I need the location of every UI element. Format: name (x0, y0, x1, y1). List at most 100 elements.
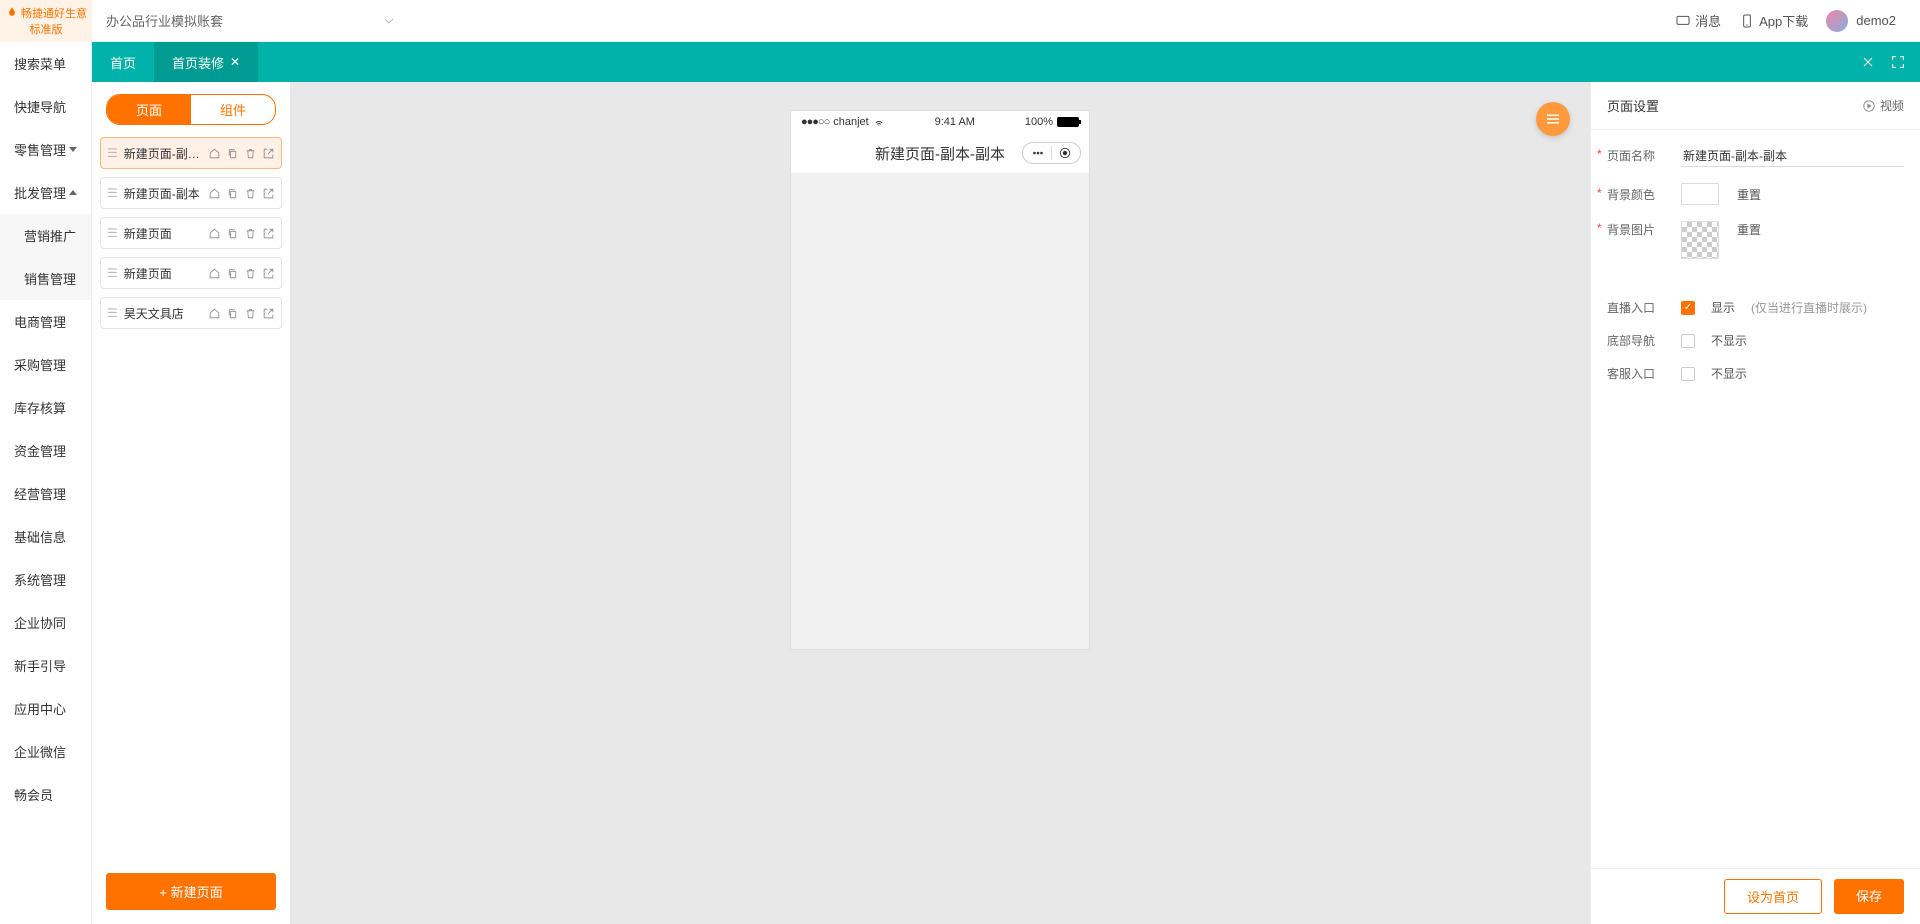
messages-label: 消息 (1695, 11, 1721, 30)
properties-panel: 页面设置 视频 页面名称 背景颜色 重置 (1590, 82, 1920, 924)
live-entry-hint: (仅当进行直播时展示) (1751, 299, 1867, 316)
page-list-row[interactable]: ☰ 新建页面 (100, 257, 282, 289)
video-help-link[interactable]: 视频 (1862, 97, 1904, 114)
page-list-name: 昊天文具店 (124, 305, 202, 322)
page-list-row[interactable]: ☰ 新建页面 (100, 217, 282, 249)
page-list-name: 新建页面-副本 (124, 185, 202, 202)
phone-body[interactable] (791, 173, 1089, 649)
home-icon[interactable] (208, 187, 221, 200)
delete-icon[interactable] (244, 307, 257, 320)
share-icon[interactable] (262, 187, 275, 200)
page-list-row[interactable]: ☰ 新建页面-副本 (100, 177, 282, 209)
phone-time: 9:41 AM (935, 116, 975, 128)
delete-icon[interactable] (244, 147, 257, 160)
caret-down-icon (69, 147, 77, 152)
copy-icon[interactable] (226, 227, 239, 240)
cs-entry-checkbox[interactable] (1681, 367, 1695, 381)
bottom-nav-checkbox[interactable] (1681, 334, 1695, 348)
drag-icon[interactable]: ☰ (107, 186, 118, 200)
sidebar-item-inventory[interactable]: 库存核算 (0, 386, 91, 429)
sidebar-item-guide[interactable]: 新手引导 (0, 644, 91, 687)
sidebar-item-purchase[interactable]: 采购管理 (0, 343, 91, 386)
page-list-row[interactable]: ☰ 昊天文具店 (100, 297, 282, 329)
sidebar-item-retail[interactable]: 零售管理 (0, 128, 91, 171)
home-icon[interactable] (208, 227, 221, 240)
copy-icon[interactable] (226, 307, 239, 320)
username: demo2 (1856, 13, 1896, 28)
live-entry-checkbox[interactable] (1681, 301, 1695, 315)
sidebar-item-wechat[interactable]: 企业微信 (0, 730, 91, 773)
copy-icon[interactable] (226, 147, 239, 160)
sidebar-item-sales[interactable]: 销售管理 (0, 257, 91, 300)
bottom-nav-text: 不显示 (1711, 332, 1747, 349)
close-icon[interactable]: ✕ (230, 55, 240, 69)
bg-image-reset[interactable]: 重置 (1737, 221, 1761, 238)
page-list-name: 新建页面 (124, 225, 202, 242)
segment-component[interactable]: 组件 (191, 95, 275, 124)
messages-link[interactable]: 消息 (1675, 11, 1721, 30)
phone-preview: ●●●○○ chanjet 9:41 AM 100% 新建页面-副本-副本 (790, 110, 1090, 650)
miniprogram-capsule[interactable] (1022, 142, 1081, 164)
tab-home[interactable]: 首页 (92, 42, 154, 82)
sidebar-item-quicknav[interactable]: 快捷导航 (0, 85, 91, 128)
home-icon[interactable] (208, 307, 221, 320)
copy-icon[interactable] (226, 187, 239, 200)
brand-edition: 标准版 (30, 21, 63, 37)
sidebar-item-business[interactable]: 经营管理 (0, 472, 91, 515)
cs-entry-label: 客服入口 (1607, 365, 1671, 382)
copy-icon[interactable] (226, 267, 239, 280)
drag-icon[interactable]: ☰ (107, 146, 118, 160)
close-all-icon[interactable] (1860, 54, 1876, 70)
user-menu[interactable]: demo2 (1826, 10, 1896, 32)
new-page-button[interactable]: + 新建页面 (106, 873, 276, 910)
save-button[interactable]: 保存 (1834, 879, 1904, 914)
sidebar-item-member[interactable]: 畅会员 (0, 773, 91, 816)
sidebar-item-marketing[interactable]: 营销推广 (0, 214, 91, 257)
sidebar-item-appcenter[interactable]: 应用中心 (0, 687, 91, 730)
play-icon (1862, 99, 1876, 113)
page-list-name: 新建页面 (124, 265, 202, 282)
bg-color-swatch[interactable] (1681, 183, 1719, 205)
sidebar-item-wholesale[interactable]: 批发管理 (0, 171, 91, 214)
page-list-row[interactable]: ☰新建页面-副本-... (100, 137, 282, 169)
sidebar-item-search[interactable]: 搜索菜单 (0, 42, 91, 85)
sidebar-item-system[interactable]: 系统管理 (0, 558, 91, 601)
home-icon[interactable] (208, 267, 221, 280)
delete-icon[interactable] (244, 227, 257, 240)
sidebar-item-ecommerce[interactable]: 电商管理 (0, 300, 91, 343)
drag-icon[interactable]: ☰ (107, 226, 118, 240)
share-icon[interactable] (262, 267, 275, 280)
sidebar-item-funds[interactable]: 资金管理 (0, 429, 91, 472)
sidebar-item-basic[interactable]: 基础信息 (0, 515, 91, 558)
delete-icon[interactable] (244, 267, 257, 280)
flame-icon (5, 6, 19, 20)
bg-image-picker[interactable] (1681, 221, 1719, 259)
chat-icon (1675, 13, 1691, 29)
main-sidebar: 搜索菜单 快捷导航 零售管理 批发管理 营销推广 销售管理 电商管理 采购管理 … (0, 42, 92, 924)
account-set-selector[interactable]: 办公品行业模拟账套 (106, 11, 395, 30)
sidebar-item-collab[interactable]: 企业协同 (0, 601, 91, 644)
canvas: ●●●○○ chanjet 9:41 AM 100% 新建页面-副本-副本 (290, 82, 1590, 924)
phone-titlebar: 新建页面-副本-副本 (791, 133, 1089, 173)
drag-icon[interactable]: ☰ (107, 266, 118, 280)
wifi-icon (873, 116, 885, 128)
fullscreen-icon[interactable] (1890, 54, 1906, 70)
battery-label: 100% (1025, 116, 1053, 128)
carrier-label: chanjet (833, 116, 868, 128)
account-set-label: 办公品行业模拟账套 (106, 11, 223, 30)
floating-menu-button[interactable] (1536, 102, 1570, 136)
bg-color-reset[interactable]: 重置 (1737, 186, 1761, 203)
share-icon[interactable] (262, 227, 275, 240)
tab-decoration[interactable]: 首页装修 ✕ (154, 42, 258, 82)
share-icon[interactable] (262, 147, 275, 160)
drag-icon[interactable]: ☰ (107, 306, 118, 320)
more-icon (1031, 146, 1045, 160)
app-download-link[interactable]: App下载 (1739, 11, 1808, 30)
brand-name: 畅捷通好生意 (21, 5, 87, 21)
page-name-input[interactable] (1681, 144, 1904, 167)
delete-icon[interactable] (244, 187, 257, 200)
share-icon[interactable] (262, 307, 275, 320)
segment-page[interactable]: 页面 (107, 95, 191, 124)
set-home-button[interactable]: 设为首页 (1724, 879, 1822, 914)
home-icon[interactable] (208, 147, 221, 160)
